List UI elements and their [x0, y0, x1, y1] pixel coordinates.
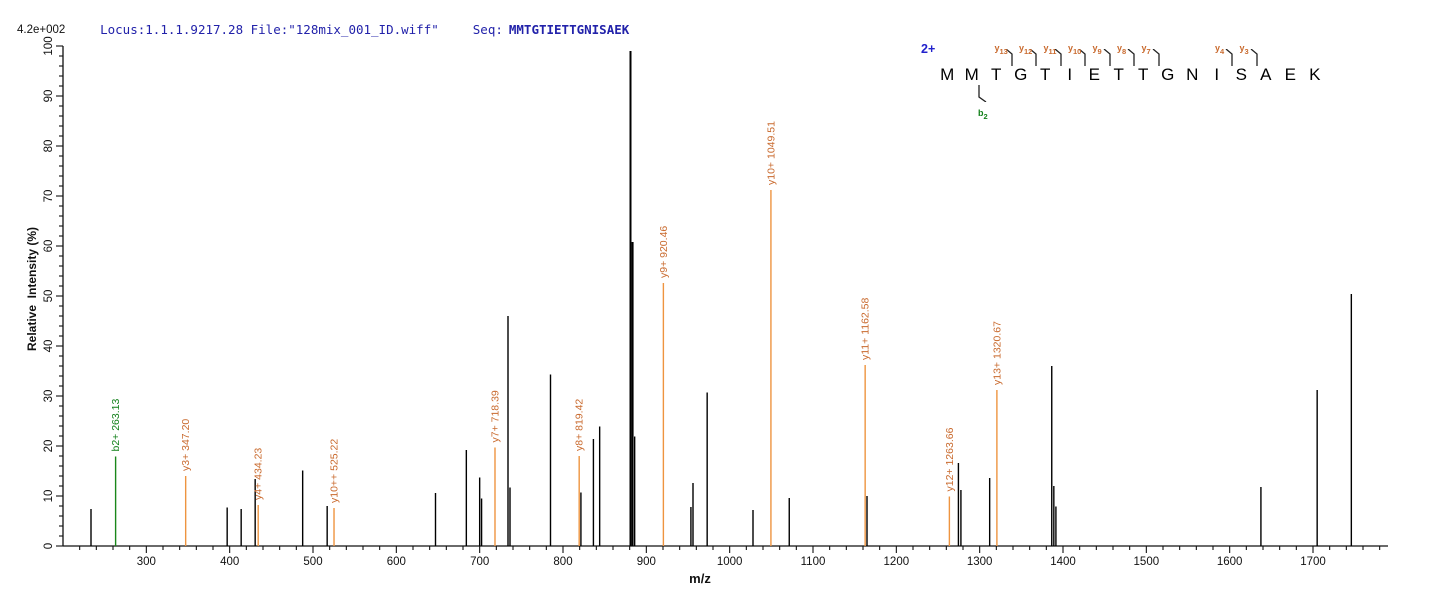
residue-letter: T — [1114, 65, 1124, 84]
residue-cell: Ty8 — [1131, 64, 1156, 86]
residue-cell: E — [1278, 64, 1303, 86]
residue-letter: I — [1067, 65, 1072, 84]
spectrum-chart: 3004005006007008009001000110012001300140… — [0, 0, 1436, 605]
peak-label: y4+ 434.23 — [253, 448, 265, 500]
x-tick-label: 700 — [470, 556, 489, 568]
residue-cell: Ty12 — [1033, 64, 1058, 86]
y-ion-label: y4 — [1215, 37, 1224, 63]
y-ion-label: y7 — [1142, 37, 1151, 63]
residue-letter: E — [1285, 65, 1296, 84]
peak-label: y7+ 718.39 — [489, 390, 501, 442]
residue-cell: Iy11 — [1058, 64, 1083, 86]
x-tick-label: 1000 — [717, 556, 743, 568]
residue-cell: Gy13 — [1009, 64, 1034, 86]
peak-label: y12+ 1263.66 — [944, 427, 956, 491]
x-tick-label: 1500 — [1134, 556, 1160, 568]
x-tick-label: 400 — [220, 556, 239, 568]
x-tick-label: 900 — [637, 556, 656, 568]
precursor-charge-label: 2+ — [921, 42, 935, 56]
y-ion-label: y13 — [995, 37, 1008, 63]
x-tick-label: 1100 — [801, 556, 826, 568]
y-ion-label: y9 — [1093, 37, 1102, 63]
residue-letter: E — [1089, 65, 1100, 84]
x-tick-label: 800 — [553, 556, 572, 568]
y-tick-label: 30 — [43, 390, 55, 403]
peak-label: y10+ 1049.51 — [765, 121, 777, 185]
x-tick-label: 1700 — [1300, 556, 1326, 568]
x-tick-label: 1300 — [967, 556, 993, 568]
residue-letter: T — [1138, 65, 1148, 84]
residue-cell: Ty9 — [1107, 64, 1132, 86]
residue-letter: K — [1309, 65, 1320, 84]
residue-cell: K — [1303, 64, 1328, 86]
peak-label: b2+ 263.13 — [110, 398, 122, 451]
peak-label: y13+ 1320.67 — [991, 321, 1003, 385]
peak-label: y8+ 819.42 — [574, 399, 586, 451]
x-tick-label: 300 — [137, 556, 156, 568]
residue-cell: M — [935, 64, 960, 86]
residue-letter: T — [991, 65, 1001, 84]
y-ion-label: y11 — [1044, 37, 1057, 63]
residue-letter: I — [1214, 65, 1219, 84]
b-ion-label: b2 — [978, 102, 988, 128]
y-ion-label: y10 — [1068, 37, 1081, 63]
peak-label: y3+ 347.20 — [180, 419, 192, 471]
y-tick-label: 50 — [43, 290, 55, 303]
residue-cell: I — [1205, 64, 1230, 86]
x-tick-label: 1200 — [884, 556, 910, 568]
x-tick-label: 1400 — [1050, 556, 1076, 568]
residue-letter: G — [1014, 65, 1027, 84]
residue-letter: T — [1040, 65, 1050, 84]
residue-cell: Sy4 — [1229, 64, 1254, 86]
y-tick-label: 0 — [43, 543, 55, 549]
y-tick-label: 80 — [43, 140, 55, 153]
peptide-sequence-row: MMTb2Gy13Ty12Iy11Ey10Ty9Ty8Gy7NISy4Ay3EK — [935, 64, 1327, 86]
y-ion-label: y12 — [1019, 37, 1032, 63]
x-tick-label: 500 — [303, 556, 322, 568]
x-tick-label: 1600 — [1217, 556, 1243, 568]
spectrum-viewer-window: Locus:1.1.1.9217.28 File:"128mix_001_ID.… — [0, 0, 1436, 605]
peak-label: y10++ 525.22 — [329, 439, 341, 503]
residue-letter: S — [1236, 65, 1247, 84]
residue-letter: G — [1161, 65, 1174, 84]
residue-cell: Ay3 — [1254, 64, 1279, 86]
y-tick-label: 90 — [43, 90, 55, 103]
residue-letter: M — [940, 65, 954, 84]
y-tick-label: 100 — [43, 36, 55, 55]
y-tick-label: 40 — [43, 340, 55, 353]
residue-cell: Ey10 — [1082, 64, 1107, 86]
peak-label: y11+ 1162.58 — [860, 297, 872, 360]
residue-cell: N — [1180, 64, 1205, 86]
residue-letter: M — [965, 65, 979, 84]
y-ion-label: y8 — [1117, 37, 1126, 63]
residue-cell: Tb2 — [984, 64, 1009, 86]
residue-letter: A — [1260, 65, 1271, 84]
x-tick-label: 600 — [387, 556, 406, 568]
residue-letter: N — [1186, 65, 1198, 84]
y-tick-label: 20 — [43, 440, 55, 453]
y-tick-label: 60 — [43, 240, 55, 253]
y-tick-label: 70 — [43, 190, 55, 203]
y-tick-label: 10 — [43, 490, 55, 503]
residue-cell: M — [960, 64, 985, 86]
y-ion-label: y3 — [1240, 37, 1249, 63]
peak-label: y9+ 920.46 — [658, 226, 670, 278]
residue-cell: Gy7 — [1156, 64, 1181, 86]
